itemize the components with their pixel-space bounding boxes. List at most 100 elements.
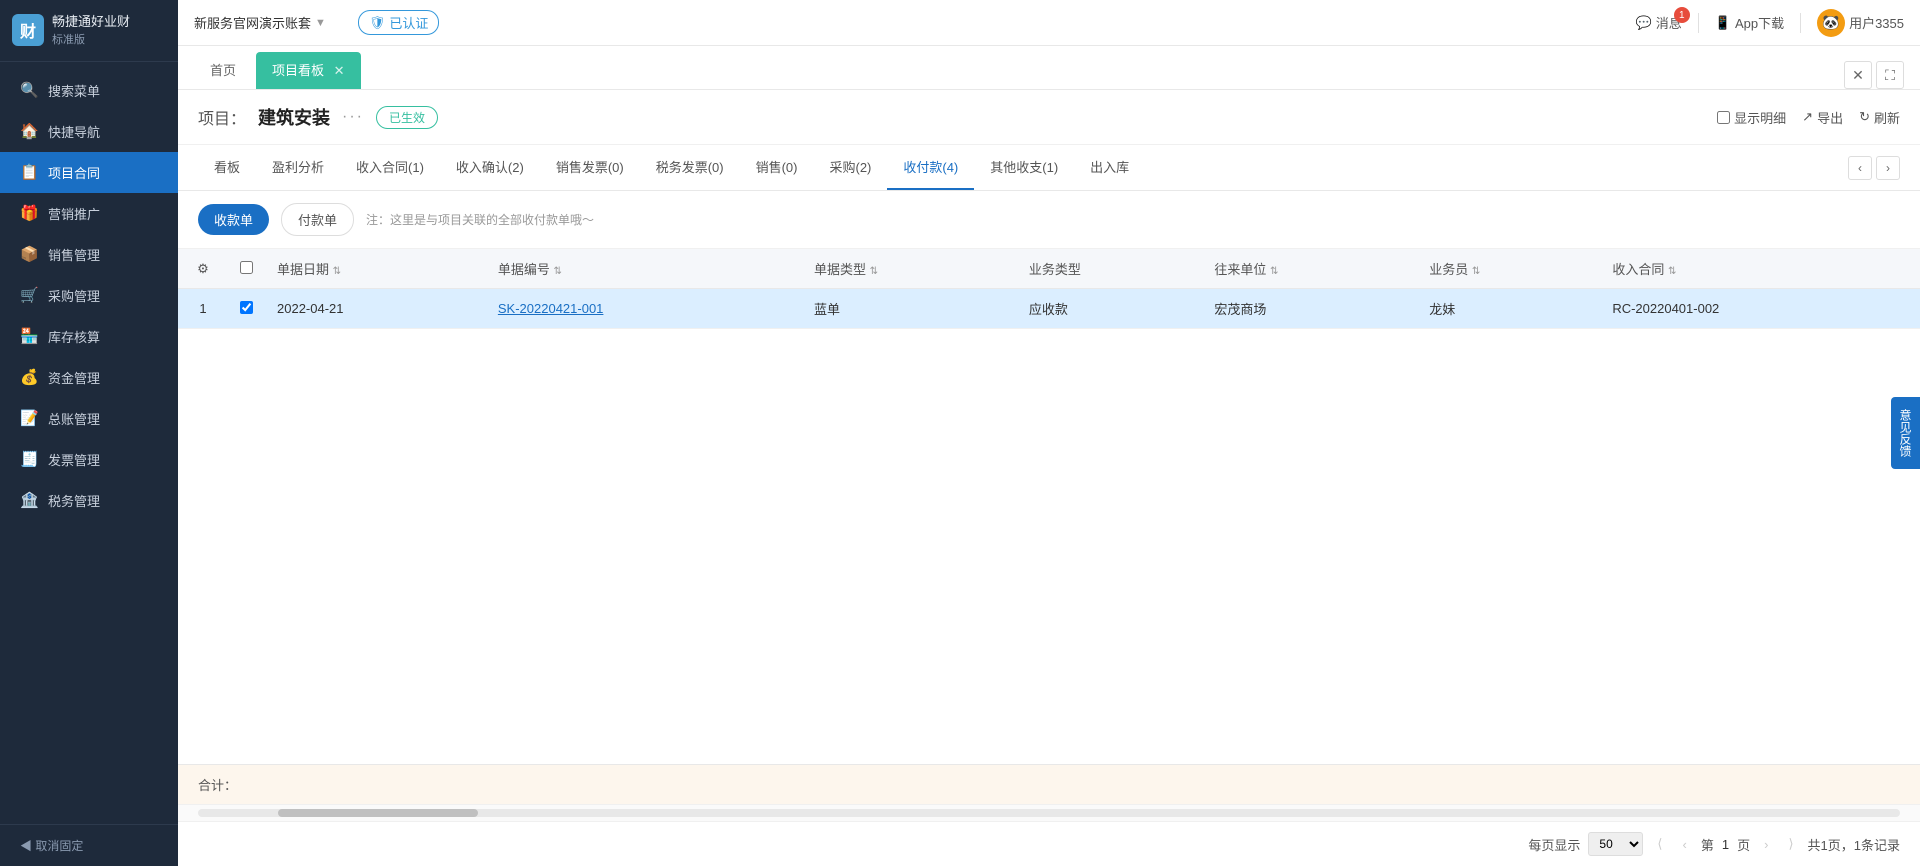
- sidebar-item-sales[interactable]: 📦 销售管理: [0, 234, 178, 275]
- more-options-button[interactable]: ···: [342, 108, 364, 126]
- col-partner-label: 往来单位: [1214, 262, 1266, 277]
- total-info: 共1页，1条记录: [1808, 835, 1900, 854]
- user-name: 用户3355: [1849, 13, 1904, 32]
- sidebar-item-project[interactable]: 📋 项目合同: [0, 152, 178, 193]
- tabbar: 首页 项目看板 ✕ ✕ ⛶: [178, 46, 1920, 90]
- prev-page-button[interactable]: ‹: [1677, 834, 1693, 855]
- messages-button[interactable]: 💬 消息 1: [1636, 13, 1682, 32]
- current-page: 1: [1722, 837, 1729, 852]
- subtab-payment[interactable]: 收付款(4): [887, 145, 974, 190]
- sidebar-item-quicknav[interactable]: 🏠 快捷导航: [0, 111, 178, 152]
- last-page-button[interactable]: ⟩: [1782, 833, 1799, 855]
- col-header-salesman[interactable]: 业务员 ⇅: [1417, 249, 1600, 289]
- subtab-sales[interactable]: 销售(0): [740, 145, 814, 190]
- certified-label: 已认证: [389, 13, 428, 32]
- project-status-badge: 已生效: [376, 106, 438, 129]
- export-button[interactable]: ↗ 导出: [1802, 108, 1843, 127]
- divider2: [1800, 13, 1801, 33]
- scrollbar-thumb[interactable]: [278, 809, 478, 817]
- settings-icon: ⚙: [197, 261, 209, 276]
- subtab-board[interactable]: 看板: [198, 145, 256, 190]
- subtab-profit[interactable]: 盈利分析: [256, 145, 340, 190]
- subtab-tax-invoice[interactable]: 税务发票(0): [640, 145, 740, 190]
- col-header-partner[interactable]: 往来单位 ⇅: [1202, 249, 1417, 289]
- phone-icon: 📱: [1715, 15, 1731, 31]
- refresh-button[interactable]: ↻ 刷新: [1859, 108, 1900, 127]
- subtab-next-button[interactable]: ›: [1876, 156, 1900, 180]
- sidebar-item-funds[interactable]: 💰 资金管理: [0, 357, 178, 398]
- subtab-purchase[interactable]: 采购(2): [813, 145, 887, 190]
- per-page-select[interactable]: 50 100 200: [1588, 832, 1643, 856]
- app-logo: 财: [12, 14, 44, 46]
- payment-section: 收款单 付款单 注：这里是与项目关联的全部收付款单哦～: [178, 191, 1920, 249]
- sidebar-item-inventory[interactable]: 🏪 库存核算: [0, 316, 178, 357]
- refresh-icon: ↻: [1859, 109, 1870, 125]
- row-checkbox[interactable]: [240, 301, 253, 314]
- purchase-icon: 🛒: [20, 286, 38, 304]
- project-actions: 显示明细 ↗ 导出 ↻ 刷新: [1717, 108, 1900, 127]
- topbar-left: 新服务官网演示账套 ▼ 🛡 已认证: [194, 10, 1624, 35]
- receipt-tab-button[interactable]: 收款单: [198, 204, 269, 235]
- sidebar-item-purchase[interactable]: 🛒 采购管理: [0, 275, 178, 316]
- sidebar-item-ledger[interactable]: 📝 总账管理: [0, 398, 178, 439]
- col-biz-type-label: 业务类型: [1029, 262, 1081, 277]
- select-all-checkbox[interactable]: [240, 261, 253, 274]
- col-header-income-contract[interactable]: 收入合同 ⇅: [1600, 249, 1920, 289]
- row-checkbox-cell: [228, 289, 265, 329]
- payment-tab-button[interactable]: 付款单: [281, 203, 354, 236]
- app-download-button[interactable]: 📱 App下载: [1715, 13, 1784, 32]
- sidebar-item-tax[interactable]: 🏦 税务管理: [0, 480, 178, 521]
- maximize-tab-button[interactable]: ⛶: [1876, 61, 1904, 89]
- sidebar-label-purchase: 采购管理: [48, 286, 100, 305]
- sidebar-label-invoice: 发票管理: [48, 450, 100, 469]
- row-number-link[interactable]: SK-20220421-001: [498, 301, 604, 316]
- subtab-inout[interactable]: 出入库: [1074, 145, 1145, 190]
- tab-home-label: 首页: [210, 63, 236, 78]
- account-selector[interactable]: 新服务官网演示账套 ▼: [194, 13, 326, 32]
- row-number[interactable]: SK-20220421-001: [486, 289, 802, 329]
- tab-project-board[interactable]: 项目看板 ✕: [256, 52, 361, 89]
- tab-close-icon[interactable]: ✕: [334, 63, 345, 78]
- close-tab-button[interactable]: ✕: [1844, 61, 1872, 89]
- sort-icon-number: ⇅: [554, 266, 562, 277]
- sidebar-item-invoice[interactable]: 🧾 发票管理: [0, 439, 178, 480]
- subtab-income-confirm[interactable]: 收入确认(2): [440, 145, 540, 190]
- sidebar-item-search[interactable]: 🔍 搜索菜单: [0, 70, 178, 111]
- row-partner: 宏茂商场: [1202, 289, 1417, 329]
- feedback-button[interactable]: 意见反馈: [1891, 397, 1920, 469]
- col-header-number[interactable]: 单据编号 ⇅: [486, 249, 802, 289]
- col-header-settings[interactable]: ⚙: [178, 249, 228, 289]
- total-label: 合计：: [198, 778, 237, 793]
- sidebar-item-marketing[interactable]: 🎁 营销推广: [0, 193, 178, 234]
- col-income-contract-label: 收入合同: [1612, 262, 1664, 277]
- account-chevron-icon: ▼: [315, 17, 326, 29]
- col-header-type[interactable]: 单据类型 ⇅: [802, 249, 1017, 289]
- next-page-button[interactable]: ›: [1758, 834, 1774, 855]
- sidebar-unpin-button[interactable]: ◀ 取消固定: [0, 824, 178, 866]
- app-name: 畅捷通好业财: [52, 14, 130, 31]
- subtab-income-contract[interactable]: 收入合同(1): [340, 145, 440, 190]
- subtab-other-payment[interactable]: 其他收支(1): [974, 145, 1074, 190]
- sidebar-header: 财 畅捷通好业财 标准版: [0, 0, 178, 62]
- table-row[interactable]: 1 2022-04-21 SK-20220421-001 蓝单 应收款 宏茂商场…: [178, 289, 1920, 329]
- subtab-sales-invoice-label: 销售发票(0): [556, 160, 624, 175]
- sort-icon-salesman: ⇅: [1472, 266, 1480, 277]
- payment-note: 注：这里是与项目关联的全部收付款单哦～: [366, 211, 594, 228]
- subtab-prev-button[interactable]: ‹: [1848, 156, 1872, 180]
- sort-icon-date: ⇅: [333, 266, 341, 277]
- tab-home[interactable]: 首页: [194, 52, 252, 89]
- row-num: 1: [178, 289, 228, 329]
- table-scrollbar: [178, 804, 1920, 821]
- first-page-button[interactable]: ⟨: [1651, 833, 1668, 855]
- subtab-sales-invoice[interactable]: 销售发票(0): [540, 145, 640, 190]
- show-detail-checkbox[interactable]: [1717, 111, 1730, 124]
- table-wrapper: ⚙ 单据日期 ⇅ 单据编号 ⇅: [178, 249, 1920, 764]
- sort-icon-partner: ⇅: [1270, 266, 1278, 277]
- sidebar-label-tax: 税务管理: [48, 491, 100, 510]
- col-header-date[interactable]: 单据日期 ⇅: [265, 249, 486, 289]
- row-date: 2022-04-21: [265, 289, 486, 329]
- user-menu[interactable]: 🐼 用户3355: [1817, 9, 1904, 37]
- sidebar-label-ledger: 总账管理: [48, 409, 100, 428]
- show-detail-checkbox-label[interactable]: 显示明细: [1717, 108, 1786, 127]
- user-avatar: 🐼: [1817, 9, 1845, 37]
